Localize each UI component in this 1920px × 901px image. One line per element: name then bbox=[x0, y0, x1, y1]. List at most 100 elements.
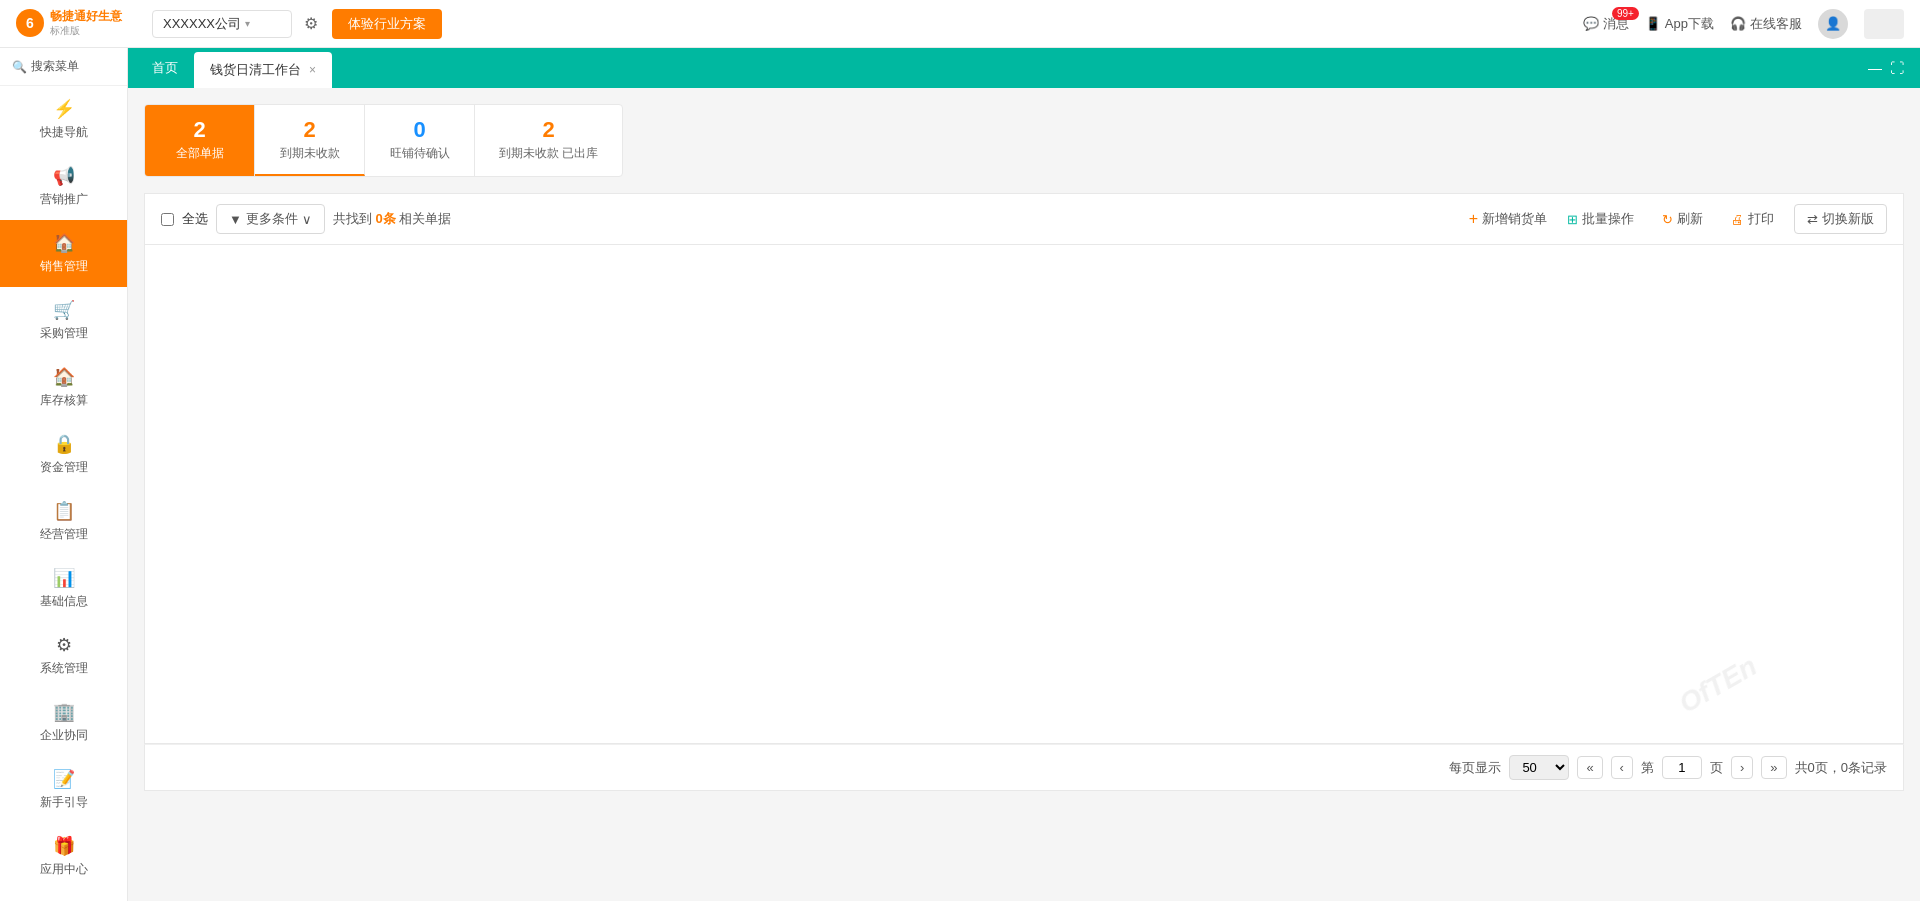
tab-daily-label: 钱货日清工作台 bbox=[210, 61, 301, 79]
stat-tab-pending[interactable]: 0 旺铺待确认 bbox=[365, 105, 475, 176]
trial-button[interactable]: 体验行业方案 bbox=[332, 9, 442, 39]
tab-home-label: 首页 bbox=[152, 59, 178, 77]
last-page-button[interactable]: » bbox=[1761, 756, 1786, 779]
print-icon: 🖨 bbox=[1731, 212, 1744, 227]
company-name: XXXXXX公司 bbox=[163, 15, 241, 33]
quick-nav-icon: ⚡ bbox=[53, 98, 75, 120]
batch-operation-button[interactable]: ⊞ 批量操作 bbox=[1559, 205, 1642, 233]
logo-subtitle: 标准版 bbox=[50, 24, 122, 38]
sidebar-search[interactable]: 🔍 搜索菜单 bbox=[0, 48, 127, 86]
message-icon: 💬 bbox=[1583, 16, 1599, 31]
stat-num-pending: 0 bbox=[389, 117, 450, 143]
tab-maximize-button[interactable]: ⛶ bbox=[1890, 60, 1904, 76]
switch-icon: ⇄ bbox=[1807, 212, 1818, 227]
per-page-label: 每页显示 bbox=[1449, 759, 1501, 777]
add-sales-order-button[interactable]: + 新增销货单 bbox=[1469, 210, 1547, 228]
settings-button[interactable]: ⚙ bbox=[300, 10, 322, 37]
sidebar-item-basic-info[interactable]: 📊 基础信息 bbox=[0, 555, 127, 622]
page-label: 第 bbox=[1641, 759, 1654, 777]
stat-tab-all[interactable]: 2 全部单据 bbox=[145, 105, 255, 176]
print-label: 打印 bbox=[1748, 210, 1774, 228]
select-all-checkbox[interactable] bbox=[161, 213, 174, 226]
sidebar-item-wechat[interactable]: 💬 企业微信 bbox=[0, 890, 127, 901]
filter-button[interactable]: ▼ 更多条件 ∨ bbox=[216, 204, 325, 234]
sidebar-item-app-center[interactable]: 🎁 应用中心 bbox=[0, 823, 127, 890]
chevron-down-icon: ▾ bbox=[245, 18, 250, 29]
sidebar-item-label: 库存核算 bbox=[40, 392, 88, 409]
sidebar-item-guide[interactable]: 📝 新手引导 bbox=[0, 756, 127, 823]
pagination: 每页显示 50 100 « ‹ 第 页 › » 共0页，0条记录 bbox=[144, 744, 1904, 791]
chevron-filter-icon: ∨ bbox=[302, 212, 312, 227]
sidebar-item-label: 企业协同 bbox=[40, 727, 88, 744]
per-page-select[interactable]: 50 100 bbox=[1509, 755, 1569, 780]
filter-icon: ▼ bbox=[229, 212, 242, 227]
batch-icon: ⊞ bbox=[1567, 212, 1578, 227]
finance-icon: 🔒 bbox=[53, 433, 75, 455]
download-icon: 📱 bbox=[1645, 16, 1661, 31]
sidebar-item-label: 经营管理 bbox=[40, 526, 88, 543]
enterprise-icon: 🏢 bbox=[53, 701, 75, 723]
tab-daily-work[interactable]: 钱货日清工作台 × bbox=[194, 52, 332, 88]
stat-num-outstock: 2 bbox=[499, 117, 598, 143]
message-badge: 99+ bbox=[1612, 7, 1639, 20]
avatar-extra[interactable] bbox=[1864, 9, 1904, 39]
tab-bar-controls: — ⛶ bbox=[1868, 60, 1912, 76]
stats-tabs: 2 全部单据 2 到期未收款 0 旺铺待确认 2 到期未收款 已出库 bbox=[144, 104, 623, 177]
found-num: 0条 bbox=[376, 211, 396, 226]
app-center-icon: 🎁 bbox=[53, 835, 75, 857]
add-btn-label: 新增销货单 bbox=[1482, 210, 1547, 228]
sidebar-item-operations[interactable]: 📋 经营管理 bbox=[0, 488, 127, 555]
toolbar-left: 全选 ▼ 更多条件 ∨ 共找到 0条 相关单据 bbox=[161, 204, 1461, 234]
avatar[interactable]: 👤 bbox=[1818, 9, 1848, 39]
found-text: 共找到 0条 相关单据 bbox=[333, 210, 451, 228]
stat-tab-overdue[interactable]: 2 到期未收款 bbox=[255, 105, 365, 176]
sidebar-item-finance[interactable]: 🔒 资金管理 bbox=[0, 421, 127, 488]
message-button[interactable]: 💬 消息 99+ bbox=[1583, 15, 1629, 33]
refresh-button[interactable]: ↻ 刷新 bbox=[1654, 205, 1711, 233]
sidebar-item-label: 基础信息 bbox=[40, 593, 88, 610]
sidebar-item-purchase[interactable]: 🛒 采购管理 bbox=[0, 287, 127, 354]
tab-bar: 首页 钱货日清工作台 × — ⛶ bbox=[128, 48, 1920, 88]
main-content: 2 全部单据 2 到期未收款 0 旺铺待确认 2 到期未收款 已出库 全选 ▼ … bbox=[128, 88, 1920, 901]
sidebar-item-quick-nav[interactable]: ⚡ 快捷导航 bbox=[0, 86, 127, 153]
basic-info-icon: 📊 bbox=[53, 567, 75, 589]
online-service-button[interactable]: 🎧 在线客服 bbox=[1730, 15, 1802, 33]
sidebar-item-label: 采购管理 bbox=[40, 325, 88, 342]
stat-label-overdue: 到期未收款 bbox=[279, 145, 340, 162]
switch-new-version-button[interactable]: ⇄ 切换新版 bbox=[1794, 204, 1887, 234]
tab-close-icon[interactable]: × bbox=[309, 63, 316, 77]
stat-label-pending: 旺铺待确认 bbox=[389, 145, 450, 162]
search-icon: 🔍 bbox=[12, 60, 27, 74]
logo-area: 6 畅捷通好生意 标准版 bbox=[16, 9, 144, 37]
logo-icon: 6 bbox=[16, 9, 44, 37]
total-records: 共0页，0条记录 bbox=[1795, 759, 1887, 777]
prev-page-button[interactable]: ‹ bbox=[1611, 756, 1633, 779]
sidebar-item-marketing[interactable]: 📢 营销推广 bbox=[0, 153, 127, 220]
next-page-button[interactable]: › bbox=[1731, 756, 1753, 779]
company-selector[interactable]: XXXXXX公司 ▾ bbox=[152, 10, 292, 38]
table-area bbox=[144, 244, 1904, 744]
tab-minimize-button[interactable]: — bbox=[1868, 60, 1882, 76]
app-download-button[interactable]: 📱 App下载 bbox=[1645, 15, 1714, 33]
sidebar-item-label: 系统管理 bbox=[40, 660, 88, 677]
sidebar-item-label: 新手引导 bbox=[40, 794, 88, 811]
first-page-button[interactable]: « bbox=[1577, 756, 1602, 779]
sidebar: 🔍 搜索菜单 ⚡ 快捷导航 📢 营销推广 🏠 销售管理 🛒 采购管理 🏠 库存核… bbox=[0, 48, 128, 901]
print-button[interactable]: 🖨 打印 bbox=[1723, 205, 1782, 233]
sidebar-item-enterprise[interactable]: 🏢 企业协同 bbox=[0, 689, 127, 756]
guide-icon: 📝 bbox=[53, 768, 75, 790]
tab-home[interactable]: 首页 bbox=[136, 48, 194, 88]
page-number-input[interactable] bbox=[1662, 756, 1702, 779]
page-suffix: 页 bbox=[1710, 759, 1723, 777]
select-all-label: 全选 bbox=[182, 210, 208, 228]
user-icon: 👤 bbox=[1825, 16, 1841, 31]
sidebar-item-inventory[interactable]: 🏠 库存核算 bbox=[0, 354, 127, 421]
stat-tab-outstock[interactable]: 2 到期未收款 已出库 bbox=[475, 105, 622, 176]
sidebar-item-system[interactable]: ⚙ 系统管理 bbox=[0, 622, 127, 689]
switch-label: 切换新版 bbox=[1822, 210, 1874, 228]
sidebar-search-label: 搜索菜单 bbox=[31, 58, 79, 75]
sidebar-item-sales[interactable]: 🏠 销售管理 bbox=[0, 220, 127, 287]
purchase-icon: 🛒 bbox=[53, 299, 75, 321]
sales-icon: 🏠 bbox=[53, 232, 75, 254]
gear-icon: ⚙ bbox=[304, 14, 318, 33]
